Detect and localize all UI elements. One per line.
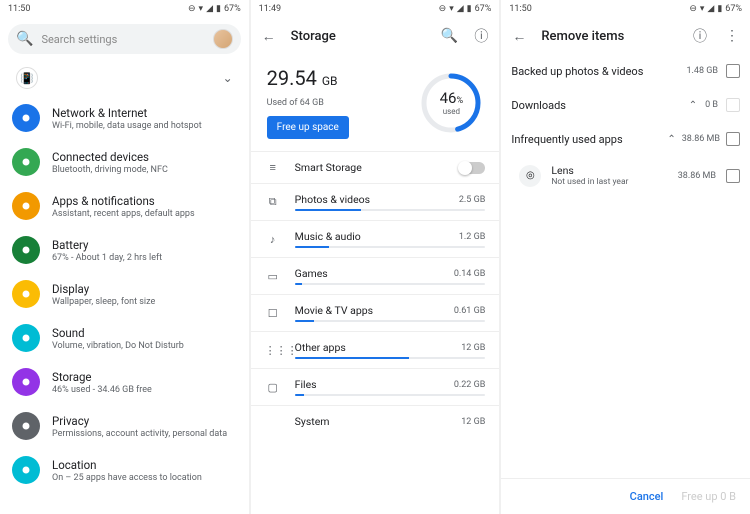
smart-storage-toggle[interactable] bbox=[459, 162, 485, 174]
search-placeholder: Search settings bbox=[41, 33, 204, 46]
status-bar: 11:50 ⊖ ▾ ◢ ▮ 67% bbox=[501, 0, 750, 18]
profile-avatar[interactable] bbox=[213, 29, 233, 49]
backed-up-row[interactable]: Backed up photos & videos 1.48 GB bbox=[501, 54, 750, 88]
storage-category[interactable]: ≡Smart Storage bbox=[251, 151, 500, 183]
storage-summary: 29.54 GB Used of 64 GB Free up space 46%… bbox=[251, 54, 500, 151]
storage-category[interactable]: ⧉Photos & videos2.5 GB bbox=[251, 183, 500, 220]
battery-icon bbox=[12, 236, 40, 264]
settings-screen: 11:50 ⊖ ▾ ◢ ▮ 67% 🔍 Search settings 📳 ⌄ … bbox=[0, 0, 249, 514]
storage-category-list: ≡Smart Storage⧉Photos & videos2.5 GB♪Mus… bbox=[251, 151, 500, 514]
battery-icon: ▮ bbox=[717, 4, 722, 14]
storage-category[interactable]: System12 GB bbox=[251, 405, 500, 437]
chevron-down-icon: ⌄ bbox=[223, 71, 233, 85]
battery-pct: 67% bbox=[224, 4, 241, 14]
storage-category[interactable]: ▭Games0.14 GB bbox=[251, 257, 500, 294]
status-time: 11:50 bbox=[509, 4, 531, 14]
chevron-up-icon: ⌃ bbox=[689, 100, 697, 111]
storage-category[interactable]: ♪Music & audio1.2 GB bbox=[251, 220, 500, 257]
appbar-title: Remove items bbox=[541, 29, 678, 44]
checkbox[interactable] bbox=[726, 64, 740, 78]
settings-list: Network & InternetWi-Fi, mobile, data us… bbox=[0, 96, 249, 514]
status-icons: ⊖ ▾ ◢ ▮ 67% bbox=[188, 4, 241, 14]
help-icon[interactable]: ⓘ bbox=[471, 26, 491, 46]
category-icon: ▭ bbox=[265, 270, 281, 283]
wifi-icon: ▾ bbox=[199, 4, 204, 14]
used-amount: 29.54 GB bbox=[267, 66, 349, 90]
cancel-button[interactable]: Cancel bbox=[630, 490, 664, 503]
used-of-label: Used of 64 GB bbox=[267, 98, 349, 108]
settings-item-wifi[interactable]: Network & InternetWi-Fi, mobile, data us… bbox=[0, 96, 249, 140]
devices-icon bbox=[12, 148, 40, 176]
settings-item-devices[interactable]: Connected devicesBluetooth, driving mode… bbox=[0, 140, 249, 184]
category-icon: ☐ bbox=[265, 307, 281, 320]
settings-item-privacy[interactable]: PrivacyPermissions, account activity, pe… bbox=[0, 404, 249, 448]
downloads-row: Downloads ⌃ 0 B bbox=[501, 88, 750, 122]
category-icon: ⋮⋮⋮ bbox=[265, 344, 281, 357]
back-button[interactable]: ← bbox=[509, 26, 529, 46]
battery-icon: ▮ bbox=[216, 4, 221, 14]
storage-screen: 11:49 ⊖ ▾ ◢ ▮ 67% ← Storage 🔍 ⓘ 29.54 GB… bbox=[251, 0, 500, 514]
sound-icon bbox=[12, 324, 40, 352]
battery-icon: ▮ bbox=[467, 4, 472, 14]
checkbox[interactable] bbox=[726, 132, 740, 146]
storage-icon bbox=[12, 368, 40, 396]
appbar-title: Storage bbox=[291, 29, 428, 44]
settings-item-sound[interactable]: SoundVolume, vibration, Do Not Disturb bbox=[0, 316, 249, 360]
chevron-up-icon: ⌃ bbox=[667, 134, 675, 145]
infrequent-apps-row[interactable]: Infrequently used apps ⌃ 38.86 MB bbox=[501, 122, 750, 156]
category-icon: ♪ bbox=[265, 233, 281, 246]
signal-icon: ◢ bbox=[457, 4, 464, 14]
settings-item-battery[interactable]: Battery67% - About 1 day, 2 hrs left bbox=[0, 228, 249, 272]
search-icon[interactable]: 🔍 bbox=[439, 26, 459, 46]
category-icon: ⧉ bbox=[265, 195, 281, 209]
status-time: 11:50 bbox=[8, 4, 30, 14]
free-up-button: Free up 0 B bbox=[681, 490, 736, 503]
back-button[interactable]: ← bbox=[259, 26, 279, 46]
checkbox bbox=[726, 98, 740, 112]
apps-icon bbox=[12, 192, 40, 220]
help-icon[interactable]: ⓘ bbox=[690, 26, 710, 46]
settings-item-location[interactable]: LocationOn – 25 apps have access to loca… bbox=[0, 448, 249, 492]
battery-pct: 67% bbox=[475, 4, 492, 14]
settings-item-display[interactable]: DisplayWallpaper, sleep, font size bbox=[0, 272, 249, 316]
vibrate-icon: 📳 bbox=[16, 67, 38, 89]
signal-icon: ◢ bbox=[707, 4, 714, 14]
storage-category[interactable]: ☐Movie & TV apps0.61 GB bbox=[251, 294, 500, 331]
display-icon bbox=[12, 280, 40, 308]
signal-icon: ◢ bbox=[206, 4, 213, 14]
usage-ring: 46%used bbox=[419, 71, 483, 135]
dnd-icon: ⊖ bbox=[188, 4, 196, 14]
storage-category[interactable]: ⋮⋮⋮Other apps12 GB bbox=[251, 331, 500, 368]
status-bar: 11:50 ⊖ ▾ ◢ ▮ 67% bbox=[0, 0, 249, 18]
category-icon: ≡ bbox=[265, 161, 281, 174]
location-icon bbox=[12, 456, 40, 484]
status-icons: ⊖ ▾ ◢ ▮ 67% bbox=[689, 4, 742, 14]
overflow-menu-icon[interactable]: ⋮ bbox=[722, 26, 742, 46]
storage-appbar: ← Storage 🔍 ⓘ bbox=[251, 18, 500, 54]
category-icon: ▢ bbox=[265, 381, 281, 394]
checkbox[interactable] bbox=[726, 169, 740, 183]
dnd-icon: ⊖ bbox=[439, 4, 447, 14]
wifi-icon: ▾ bbox=[449, 4, 454, 14]
status-bar: 11:49 ⊖ ▾ ◢ ▮ 67% bbox=[251, 0, 500, 18]
app-icon-lens: ◎ bbox=[519, 165, 541, 187]
status-time: 11:49 bbox=[259, 4, 281, 14]
search-settings[interactable]: 🔍 Search settings bbox=[8, 24, 241, 54]
storage-category[interactable]: ▢Files0.22 GB bbox=[251, 368, 500, 405]
remove-footer: Cancel Free up 0 B bbox=[501, 478, 750, 514]
volume-shortcut[interactable]: 📳 ⌄ bbox=[8, 64, 241, 92]
status-icons: ⊖ ▾ ◢ ▮ 67% bbox=[439, 4, 492, 14]
dnd-icon: ⊖ bbox=[689, 4, 697, 14]
app-row-lens[interactable]: ◎ Lens Not used in last year 38.86 MB bbox=[501, 156, 750, 195]
battery-pct: 67% bbox=[725, 4, 742, 14]
settings-item-storage[interactable]: Storage46% used - 34.46 GB free bbox=[0, 360, 249, 404]
free-up-space-button[interactable]: Free up space bbox=[267, 116, 349, 139]
wifi-icon bbox=[12, 104, 40, 132]
remove-items-screen: 11:50 ⊖ ▾ ◢ ▮ 67% ← Remove items ⓘ ⋮ Bac… bbox=[501, 0, 750, 514]
privacy-icon bbox=[12, 412, 40, 440]
remove-appbar: ← Remove items ⓘ ⋮ bbox=[501, 18, 750, 54]
search-icon: 🔍 bbox=[16, 31, 33, 47]
wifi-icon: ▾ bbox=[700, 4, 705, 14]
settings-item-apps[interactable]: Apps & notificationsAssistant, recent ap… bbox=[0, 184, 249, 228]
